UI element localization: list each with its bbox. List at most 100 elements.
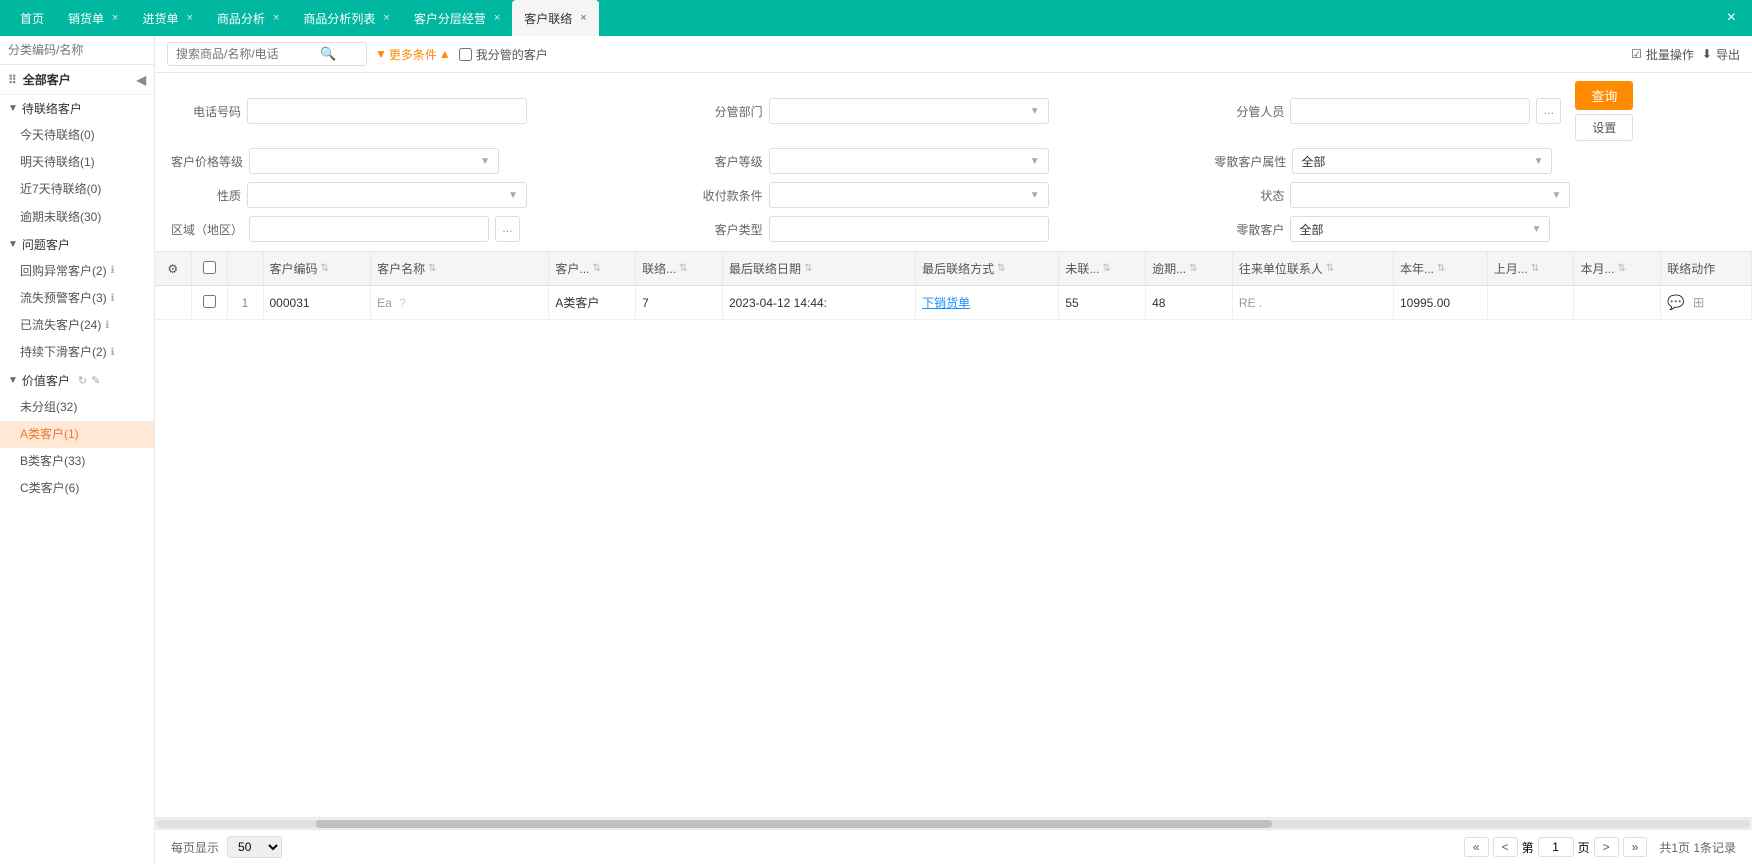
nature-select[interactable]: ▼ <box>247 182 527 208</box>
row-unit-contact-cell: RE . <box>1232 286 1393 320</box>
scattered-chevron: ▼ <box>1531 224 1541 235</box>
sidebar-item-overdue[interactable]: 逾期未联络(30) <box>0 204 154 231</box>
col-level-label: 客户... <box>555 260 589 277</box>
sidebar-item-declining[interactable]: 持续下滑客户(2) ℹ <box>0 339 154 366</box>
sort-icon-unit[interactable]: ⇅ <box>1326 263 1334 274</box>
manager-input[interactable] <box>1290 98 1530 124</box>
filter-cell-customer-level: 客户等级 ▼ <box>693 147 1215 175</box>
search-input[interactable] <box>176 47 316 61</box>
last-page-button[interactable]: » <box>1623 837 1648 857</box>
sidebar-item-churn-warning[interactable]: 流失预警客户(3) ℹ <box>0 285 154 312</box>
phone-input[interactable] <box>247 98 527 124</box>
close-analysis-icon[interactable]: × <box>273 12 279 24</box>
close-purchase-icon[interactable]: × <box>186 12 192 24</box>
sidebar-item-unclassified[interactable]: 未分组(32) <box>0 394 154 421</box>
sidebar-collapse-button[interactable]: ◀ <box>137 73 146 87</box>
dept-select[interactable]: ▼ <box>769 98 1049 124</box>
my-customers-checkbox[interactable] <box>459 48 472 61</box>
close-all-button[interactable]: × <box>1719 9 1744 27</box>
status-select[interactable]: ▼ <box>1290 182 1570 208</box>
row-name-cell: Ea ? <box>371 286 549 320</box>
sidebar-item-repurchase-abnormal[interactable]: 回购异常客户(2) ℹ <box>0 258 154 285</box>
payment-label: 收付款条件 <box>693 187 763 204</box>
more-conditions-button[interactable]: ▼ 更多条件 ▲ <box>375 46 451 63</box>
sort-icon-last-way[interactable]: ⇅ <box>997 263 1005 274</box>
export-button[interactable]: ⬇ 导出 <box>1702 46 1740 63</box>
tab-customer-tier[interactable]: 客户分层经营 × <box>402 0 512 36</box>
row-gear-cell <box>155 286 191 320</box>
sidebar-item-a-class[interactable]: A类客户(1) <box>0 421 154 448</box>
row-last-way-cell: 下销货单 <box>916 286 1059 320</box>
sort-icon-year[interactable]: ⇅ <box>1437 263 1445 274</box>
scrollbar-thumb[interactable] <box>316 820 1272 828</box>
chat-icon[interactable]: 💬 <box>1667 294 1684 311</box>
tab-analysis[interactable]: 商品分析 × <box>205 0 291 36</box>
sort-icon-contact[interactable]: ⇅ <box>679 263 687 274</box>
sidebar-item-c-class[interactable]: C类客户(6) <box>0 475 154 502</box>
select-all-checkbox[interactable] <box>203 261 216 274</box>
page-number-input[interactable] <box>1538 837 1574 857</box>
region-ellipsis-button[interactable]: … <box>495 216 520 242</box>
prev-page-button[interactable]: < <box>1493 837 1518 857</box>
col-last-way: 最后联络方式 ⇅ <box>916 252 1059 286</box>
close-analysis-list-icon[interactable]: × <box>383 12 389 24</box>
next-page-button[interactable]: > <box>1594 837 1619 857</box>
refresh-icon[interactable]: ↻ <box>78 374 87 387</box>
tab-analysis-list[interactable]: 商品分析列表 × <box>291 0 401 36</box>
sidebar-search-input[interactable] <box>8 43 155 57</box>
sort-icon-name[interactable]: ⇅ <box>428 263 436 274</box>
per-page-select[interactable]: 50 100 200 <box>227 836 282 858</box>
search-button[interactable]: 🔍 <box>320 46 336 62</box>
sidebar-item-churned[interactable]: 已流失客户(24) ℹ <box>0 312 154 339</box>
region-input[interactable] <box>249 216 489 242</box>
gear-icon[interactable]: ⚙ <box>167 262 178 276</box>
edit-icon[interactable]: ✎ <box>91 374 100 387</box>
sort-icon-last-date[interactable]: ⇅ <box>804 263 812 274</box>
sidebar-item-today[interactable]: 今天待联络(0) <box>0 122 154 149</box>
sidebar-item-b-class[interactable]: B类客户(33) <box>0 448 154 475</box>
close-customer-tier-icon[interactable]: × <box>494 12 500 24</box>
tab-sales[interactable]: 销货单 × <box>56 0 130 36</box>
sort-icon-level[interactable]: ⇅ <box>592 263 600 274</box>
data-table-area: ⚙ 客户编码 ⇅ <box>155 252 1752 817</box>
tab-purchase[interactable]: 进货单 × <box>130 0 204 36</box>
sidebar-item-tomorrow[interactable]: 明天待联络(1) <box>0 149 154 176</box>
my-customers-filter[interactable]: 我分管的客户 <box>459 46 548 63</box>
sidebar-group-value[interactable]: ▼ 价值客户 ↻ ✎ <box>0 367 154 394</box>
price-level-chevron: ▼ <box>480 156 490 167</box>
manager-ellipsis-button[interactable]: … <box>1536 98 1561 124</box>
payment-select[interactable]: ▼ <box>769 182 1049 208</box>
settings-button[interactable]: 设置 <box>1575 114 1633 141</box>
batch-icon: ☑ <box>1631 47 1642 61</box>
tab-customer-contact[interactable]: 客户联络 × <box>512 0 598 36</box>
batch-op-button[interactable]: ☑ 批量操作 <box>1631 46 1694 63</box>
sort-icon-code[interactable]: ⇅ <box>321 263 329 274</box>
filter-row-4: 区域（地区） … 客户类型 零散客户 全部 ▼ <box>171 215 1736 243</box>
query-button[interactable]: 查询 <box>1575 81 1633 110</box>
col-code-label: 客户编码 <box>270 260 318 277</box>
sort-icon-overdue[interactable]: ⇅ <box>1189 263 1197 274</box>
sort-icon-last-month[interactable]: ⇅ <box>1531 263 1539 274</box>
qr-icon[interactable]: ⊞ <box>1693 294 1705 311</box>
sort-icon-uncontacted[interactable]: ⇅ <box>1102 263 1110 274</box>
filter-row-2: 客户价格等级 ▼ 客户等级 ▼ 零散客户属性 全部 <box>171 147 1736 175</box>
row-checkbox[interactable] <box>203 295 216 308</box>
close-customer-contact-icon[interactable]: × <box>580 12 586 24</box>
sidebar-group-problem[interactable]: ▼ 问题客户 <box>0 231 154 258</box>
col-index <box>227 252 263 286</box>
sidebar-group-pending[interactable]: ▼ 待联络客户 <box>0 95 154 122</box>
tab-home[interactable]: 首页 <box>8 0 56 36</box>
scattered-attr-select[interactable]: 全部 ▼ <box>1292 148 1552 174</box>
close-sales-icon[interactable]: × <box>112 12 118 24</box>
price-level-select[interactable]: ▼ <box>249 148 499 174</box>
customer-type-input[interactable] <box>769 216 1049 242</box>
horizontal-scrollbar[interactable] <box>155 817 1752 829</box>
customer-level-select[interactable]: ▼ <box>769 148 1049 174</box>
row-overdue: 48 <box>1152 296 1165 310</box>
first-page-button[interactable]: « <box>1464 837 1489 857</box>
sort-icon-this-month[interactable]: ⇅ <box>1617 263 1625 274</box>
c-class-label: C类客户(6) <box>20 479 79 498</box>
sidebar-item-7days[interactable]: 近7天待联络(0) <box>0 176 154 203</box>
row-last-way[interactable]: 下销货单 <box>922 296 970 310</box>
scattered-select[interactable]: 全部 ▼ <box>1290 216 1550 242</box>
